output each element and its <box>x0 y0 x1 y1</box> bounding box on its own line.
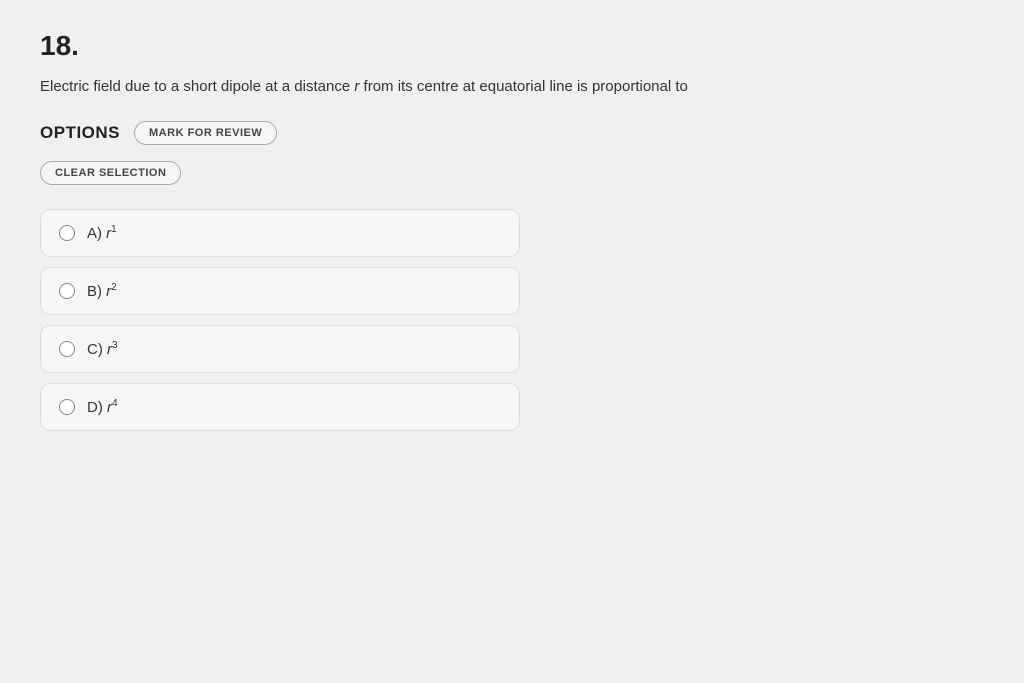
question-text: Electric field due to a short dipole at … <box>40 76 984 99</box>
option-c-label: C) r3 <box>87 340 118 358</box>
option-d[interactable]: D) r4 <box>40 383 520 431</box>
clear-selection-button[interactable]: CLEAR SELECTION <box>40 161 181 185</box>
radio-c[interactable] <box>59 341 75 357</box>
option-b[interactable]: B) r2 <box>40 267 520 315</box>
question-number: 18. <box>40 30 984 62</box>
option-a-label: A) r1 <box>87 224 117 242</box>
radio-a[interactable] <box>59 225 75 241</box>
mark-for-review-button[interactable]: MARK FOR REVIEW <box>134 121 277 145</box>
option-c[interactable]: C) r3 <box>40 325 520 373</box>
options-label: OPTIONS <box>40 123 120 143</box>
option-b-label: B) r2 <box>87 282 117 300</box>
option-d-label: D) r4 <box>87 398 118 416</box>
radio-d[interactable] <box>59 399 75 415</box>
radio-b[interactable] <box>59 283 75 299</box>
options-list: A) r1 B) r2 C) r3 D) r4 <box>40 209 520 431</box>
option-a[interactable]: A) r1 <box>40 209 520 257</box>
